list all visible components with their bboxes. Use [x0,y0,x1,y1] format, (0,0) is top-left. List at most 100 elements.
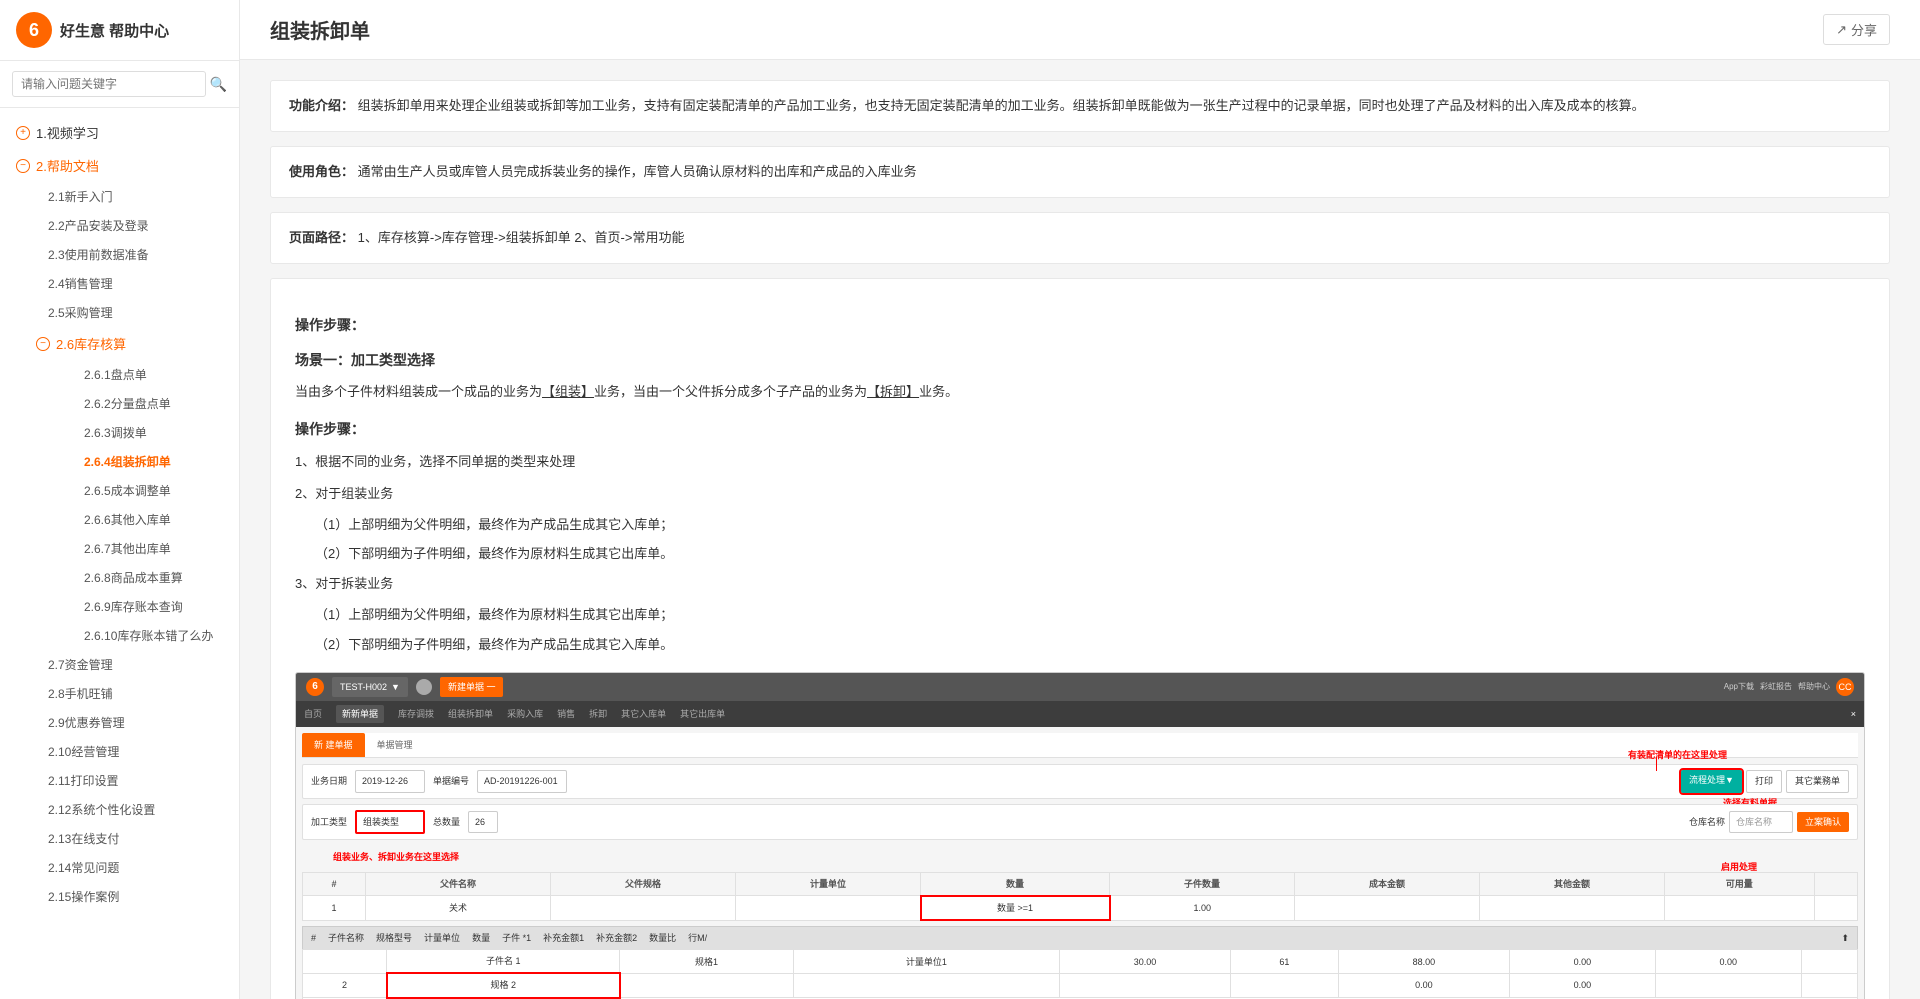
annotation-1-line [1656,757,1657,771]
cell-parent-name: 关术 [366,896,551,920]
sidebar-item-stock-error[interactable]: 2.6.10库存账本错了么办 [72,621,239,650]
cell-unit [793,973,1059,997]
sidebar-item-label: 2.帮助文档 [36,156,99,175]
sidebar-item-coupon[interactable]: 2.9优惠券管理 [36,708,239,737]
sidebar-item-videos[interactable]: + 1.视频学习 [0,116,239,149]
sidebar-item-cases[interactable]: 2.15操作案例 [36,882,239,911]
search-box: 🔍 [0,61,239,108]
search-button[interactable]: 🔍 [210,76,227,93]
nav-list: + 1.视频学习 − 2.帮助文档 2.1新手入门 2.2产品安装及登录 2.3… [0,108,239,999]
sidebar-item-data-prep[interactable]: 2.3使用前数据准备 [36,240,239,269]
col-parent-name: 父件名称 [366,872,551,896]
mock-warehouse-input: 仓库名称 [1729,811,1793,833]
mock-label-docno: 单据编号 [433,773,469,789]
page-title: 组装拆卸单 [270,15,370,44]
sidebar-item-personalize[interactable]: 2.12系统个性化设置 [36,795,239,824]
mock-nav-new: 新新单据 [336,705,384,723]
sidebar-item-inventory-count[interactable]: 2.6.1盘点单 [72,360,239,389]
sidebar-item-purchase[interactable]: 2.5采购管理 [36,298,239,327]
expand-icon: + [16,126,30,140]
logo-text: 好生意 帮助中心 [60,20,169,41]
scene-label: 场景一：加工类型选择 [295,348,1865,373]
sidebar-item-docs[interactable]: − 2.帮助文档 2.1新手入门 2.2产品安装及登录 2.3使用前数据准备 2… [0,149,239,911]
col-qty: 数量 [921,872,1110,896]
sidebar-item-cost-adjust[interactable]: 2.6.5成本调整单 [72,476,239,505]
collapse-icon: − [16,159,30,173]
sidebar-item-other-out[interactable]: 2.6.7其他出库单 [72,534,239,563]
scene-sub-label: 操作步骤： [295,417,1865,442]
mock-type-select: 组装类型 [355,810,425,834]
mock-lower-col4: 计量单位 [424,930,460,946]
mock-form-row2: 加工类型 组装类型 总数量 26 仓库名称 仓库名称 立案确认 组装业务、拆卸业… [302,804,1858,840]
feature-intro-label: 功能介绍： [289,98,354,113]
mock-nav-close: × [1851,706,1856,722]
feature-intro-block: 功能介绍： 组装拆卸单用来处理企业组装或拆卸等加工业务，支持有固定装配清单的产品… [270,80,1890,132]
share-button[interactable]: ↗ 分享 [1823,14,1890,45]
sidebar-item-print[interactable]: 2.11打印设置 [36,766,239,795]
step2: 2、对于组装业务 [295,482,1865,505]
search-input[interactable] [12,71,206,97]
cell-cost [1295,896,1480,920]
share-icon: ↗ [1836,22,1847,38]
step2-1: （1）上部明细为父件明细，最终作为产成品生成其它入库单； [315,513,1865,536]
mock-lower-col1: # [311,930,316,946]
mock-settings-icon [416,679,432,695]
sidebar-item-inventory-adjust[interactable]: 2.6.3调拨单 [72,418,239,447]
sidebar-item-business[interactable]: 2.10经营管理 [36,737,239,766]
mock-icon-report: 彩虹报告 [1760,680,1792,694]
step1: 1、根据不同的业务，选择不同单据的类型来处理 [295,450,1865,473]
mock-form-row1: 业务日期 2019-12-26 单据编号 AD-20191226-001 流程处… [302,764,1858,798]
mock-lower-col6: 子件 *1 [502,930,531,946]
main-header: 组装拆卸单 ↗ 分享 [240,0,1920,60]
mock-lower-col2: 子件名称 [328,930,364,946]
step3-2: （2）下部明细为子件明细，最终作为产成品生成其它入库单。 [315,633,1865,656]
col-cost: 成本金额 [1295,872,1480,896]
sidebar-item-finance[interactable]: 2.7资金管理 [36,650,239,679]
sidebar-item-install[interactable]: 2.2产品安装及登录 [36,211,239,240]
logo-icon: 6 [16,12,52,48]
mock-nav-other-out: 其它出库单 [680,706,725,722]
mock-lower-table: 子件名 1 规格1 计量单位1 30.00 61 88.00 0.00 0.00 [302,949,1858,999]
sidebar-item-cost-recalc[interactable]: 2.6.8商品成本重算 [72,563,239,592]
cell-spec: 规格1 [620,950,794,974]
cell-index: 1 [303,896,366,920]
cell-qty: 数量 >=1 [921,896,1110,920]
cell-spec [620,973,794,997]
cell-other [1480,896,1665,920]
mock-date-input: 2019-12-26 [355,770,425,792]
sidebar-item-other-in[interactable]: 2.6.6其他入库单 [72,505,239,534]
sidebar-item-inventory-split[interactable]: 2.6.2分量盘点单 [72,389,239,418]
mock-lower-header: # 子件名称 规格型号 计量单位 数量 子件 *1 补充金额1 补充金额2 数量… [302,926,1858,949]
mock-nav-purchase: 采购入库 [507,706,543,722]
mock-nav-transfer: 库存调拨 [398,706,434,722]
mock-docno-input: AD-20191226-001 [477,770,567,792]
cell-qty [1059,973,1230,997]
mock-lower-col3: 规格型号 [376,930,412,946]
feature-intro-text: 组装拆卸单用来处理企业组装或拆卸等加工业务，支持有固定装配清单的产品加工业务，也… [358,98,1645,113]
cell-extra2: 0.00 [1510,950,1656,974]
cell-action [1801,973,1857,997]
sidebar-item-stock-query[interactable]: 2.6.9库存账本查询 [72,592,239,621]
mock-lower-col5: 数量 [472,930,490,946]
scene-desc1: 当由多个子件材料组装成一个成品的业务为【组装】业务，当由一个父件拆分成多个子产品… [295,380,1865,403]
article-content: 操作步骤： 场景一：加工类型选择 当由多个子件材料组装成一个成品的业务为【组装】… [270,278,1890,999]
cell-sub-mul [1231,973,1338,997]
sidebar-item-mobile[interactable]: 2.8手机旺铺 [36,679,239,708]
mock-confirm-btn: 立案确认 [1797,812,1849,832]
cell-idx: 2 [303,973,387,997]
annotation-3: 组装业务、拆卸业务在这里选择 [333,849,459,865]
sidebar-item-online-pay[interactable]: 2.13在线支付 [36,824,239,853]
assembly-keyword: 【组装】 [542,384,594,399]
disassembly-keyword: 【拆卸】 [867,384,919,399]
sidebar-item-inventory[interactable]: − 2.6库存核算 2.6.1盘点单 2.6.2分量盘点单 2.6.3调拨单 2… [36,327,239,650]
col-parent-spec: 父件规格 [551,872,736,896]
sidebar-item-newbie[interactable]: 2.1新手入门 [36,182,239,211]
sidebar-item-assembly[interactable]: 2.6.4组装拆卸单 [72,447,239,476]
role-block: 使用角色： 通常由生产人员或库管人员完成拆装业务的操作，库管人员确认原材料的出库… [270,146,1890,198]
cell-sub-mul: 61 [1231,950,1338,974]
mock-avatar: CC [1836,678,1854,696]
sidebar-item-sales[interactable]: 2.4销售管理 [36,269,239,298]
sidebar-item-faq[interactable]: 2.14常见问题 [36,853,239,882]
sidebar-item-label: 1.视频学习 [36,123,99,142]
mock-count-input: 26 [468,811,498,833]
